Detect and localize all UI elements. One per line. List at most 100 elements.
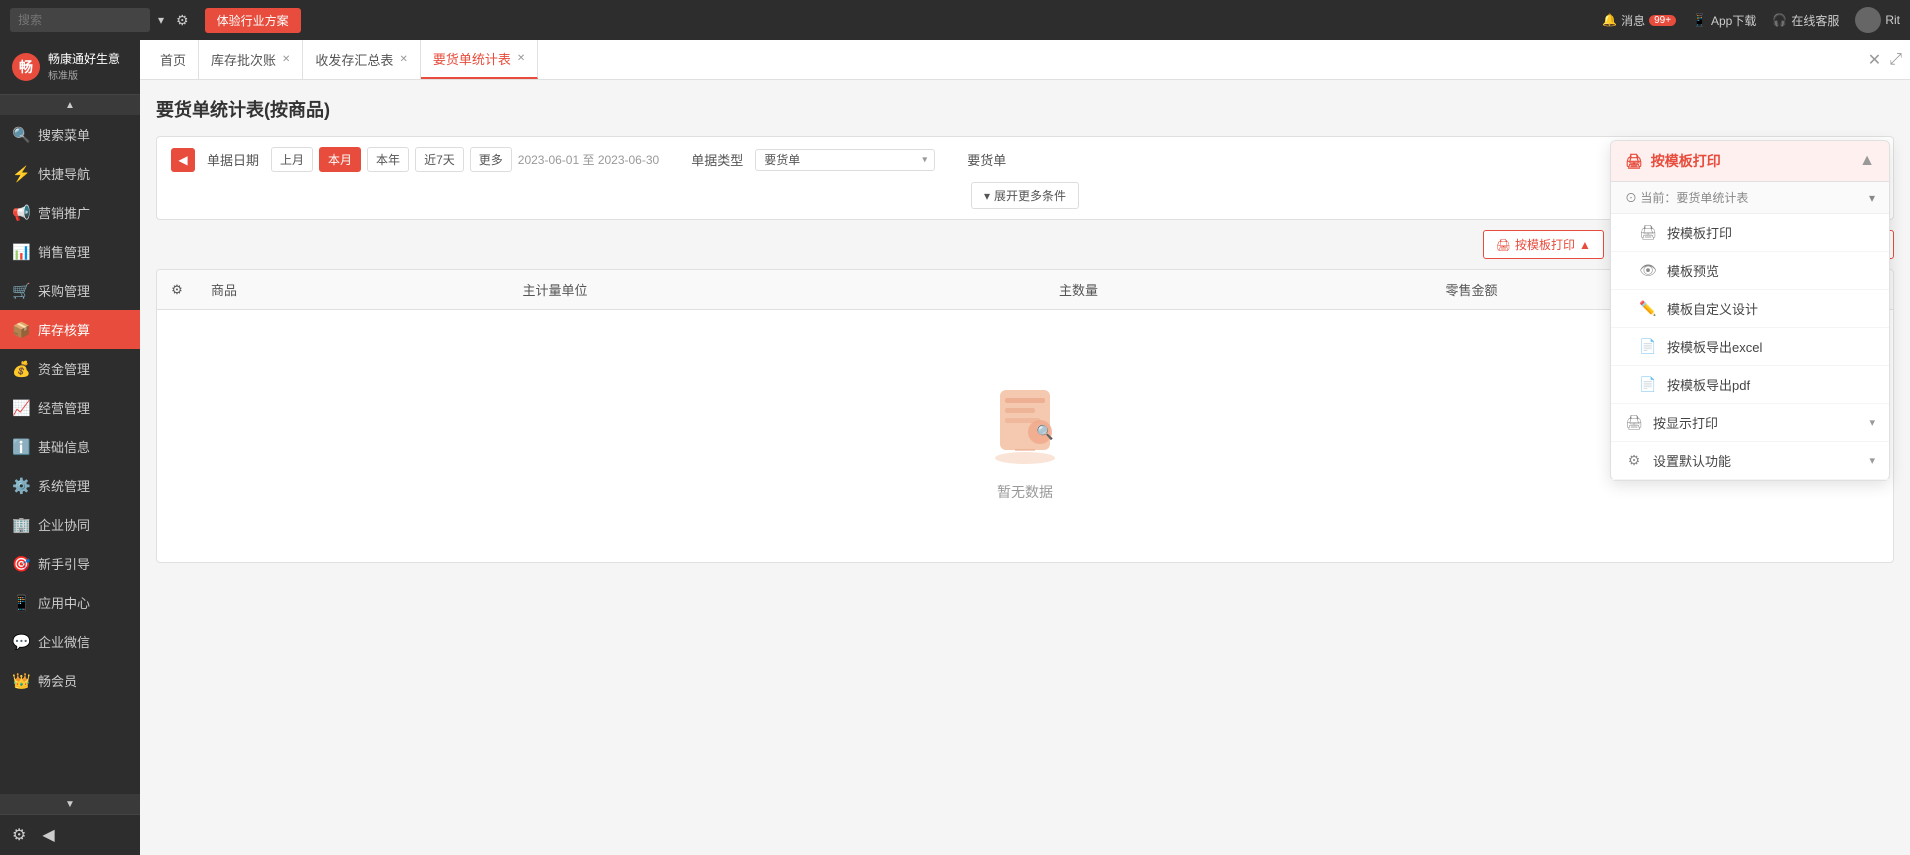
notifications-item[interactable]: 🔔 消息 99+ bbox=[1602, 12, 1676, 29]
template-custom-icon: ✏️ bbox=[1639, 300, 1657, 317]
marketing-icon: 📢 bbox=[12, 204, 30, 222]
tab-collection-summary-label: 收发存汇总表 bbox=[315, 50, 393, 69]
sidebar-item-inventory[interactable]: 📦 库存核算 bbox=[0, 310, 140, 349]
online-service-label: 在线客服 bbox=[1791, 12, 1839, 29]
date-filter-label: 单据日期 bbox=[207, 150, 259, 169]
purchase-icon: 🛒 bbox=[12, 282, 30, 300]
template-preview-icon: 👁 bbox=[1639, 262, 1657, 279]
date-btn-this-year[interactable]: 本年 bbox=[367, 147, 409, 172]
template-custom-label: 模板自定义设计 bbox=[1667, 299, 1758, 318]
date-filter-group: 上月 本月 本年 近7天 更多 2023-06-01 至 2023-06-30 bbox=[271, 147, 659, 172]
sidebar-item-wechat[interactable]: 💬 企业微信 bbox=[0, 622, 140, 661]
template-print-label: 按模板打印 bbox=[1667, 223, 1732, 242]
sidebar-item-label: 企业协同 bbox=[38, 515, 90, 534]
template-preview-label: 模板预览 bbox=[1667, 261, 1719, 280]
topbar: ▾ ⚙ 体验行业方案 🔔 消息 99+ 📱 App下载 🎧 在线客服 Rit bbox=[0, 0, 1910, 40]
dropdown-header-left: 🖨 按模板打印 bbox=[1625, 151, 1721, 171]
svg-text:🔍: 🔍 bbox=[1036, 423, 1053, 441]
sidebar-item-search-menu[interactable]: 🔍 搜索菜单 bbox=[0, 115, 140, 154]
sidebar-item-finance[interactable]: 💰 资金管理 bbox=[0, 349, 140, 388]
member-icon: 👑 bbox=[12, 672, 30, 690]
sidebar-collapse-icon[interactable]: ◀ bbox=[42, 825, 54, 845]
current-icon: ⊙ bbox=[1625, 191, 1637, 205]
tab-home-label: 首页 bbox=[160, 50, 186, 69]
sidebar-item-operations[interactable]: 📈 经营管理 bbox=[0, 388, 140, 427]
sidebar-item-marketing[interactable]: 📢 营销推广 bbox=[0, 193, 140, 232]
dropdown-sub-set-default[interactable]: ⚙ 设置默认功能 ▾ bbox=[1611, 442, 1889, 480]
table-col-settings[interactable]: ⚙ bbox=[157, 270, 197, 310]
tab-batch-account[interactable]: 库存批次账 ✕ bbox=[199, 40, 303, 79]
experience-btn[interactable]: 体验行业方案 bbox=[205, 8, 301, 33]
tab-home[interactable]: 首页 bbox=[148, 40, 199, 79]
dropdown-item-template-preview[interactable]: 👁 模板预览 bbox=[1611, 252, 1889, 290]
date-btn-last-month[interactable]: 上月 bbox=[271, 147, 313, 172]
sidebar-scroll-down[interactable]: ▼ bbox=[0, 794, 140, 814]
sidebar-scroll: 🔍 搜索菜单 ⚡ 快捷导航 📢 营销推广 📊 销售管理 🛒 采购管理 📦 bbox=[0, 115, 140, 794]
sidebar-item-label: 库存核算 bbox=[38, 320, 90, 339]
type-select[interactable]: 要货单 bbox=[755, 149, 935, 171]
dropdown-item-export-excel[interactable]: 📄 按模板导出excel bbox=[1611, 328, 1889, 366]
sidebar-scroll-up[interactable]: ▲ bbox=[0, 95, 140, 115]
date-range-text: 2023-06-01 至 2023-06-30 bbox=[518, 151, 659, 168]
app-download-item[interactable]: 📱 App下载 bbox=[1692, 12, 1756, 29]
sidebar-item-label: 快捷导航 bbox=[38, 164, 90, 183]
tabs-bar: 首页 库存批次账 ✕ 收发存汇总表 ✕ 要货单统计表 ✕ ✕ ⤢ bbox=[140, 40, 1910, 80]
sidebar-item-label: 系统管理 bbox=[38, 476, 90, 495]
online-service-item[interactable]: 🎧 在线客服 bbox=[1772, 12, 1839, 29]
sidebar-item-quick-nav[interactable]: ⚡ 快捷导航 bbox=[0, 154, 140, 193]
tab-batch-account-label: 库存批次账 bbox=[211, 50, 276, 69]
headset-icon: 🎧 bbox=[1772, 13, 1787, 27]
expand-more-btn[interactable]: ▾ 展开更多条件 bbox=[971, 182, 1079, 209]
date-btn-7days[interactable]: 近7天 bbox=[415, 147, 464, 172]
topbar-gear-icon[interactable]: ⚙ bbox=[176, 12, 189, 29]
tab-close-all-btn[interactable]: ✕ bbox=[1868, 50, 1881, 70]
sidebar-item-label: 经营管理 bbox=[38, 398, 90, 417]
topbar-search-input[interactable] bbox=[10, 8, 150, 32]
tab-expand-btn[interactable]: ⤢ bbox=[1889, 51, 1902, 69]
app-center-icon: 📱 bbox=[12, 594, 30, 612]
sidebar-item-app-center[interactable]: 📱 应用中心 bbox=[0, 583, 140, 622]
date-btn-more[interactable]: 更多 bbox=[470, 147, 512, 172]
sidebar-item-enterprise[interactable]: 🏢 企业协同 bbox=[0, 505, 140, 544]
logo-sub: 标准版 bbox=[48, 67, 120, 82]
print-template-btn[interactable]: 🖨 按模板打印 ▲ bbox=[1483, 230, 1604, 259]
dropdown-item-template-custom[interactable]: ✏️ 模板自定义设计 bbox=[1611, 290, 1889, 328]
filter-collapse-btn[interactable]: ◀ bbox=[171, 148, 195, 172]
sidebar-item-label: 采购管理 bbox=[38, 281, 90, 300]
tab-batch-account-close[interactable]: ✕ bbox=[282, 54, 290, 65]
sidebar-item-member[interactable]: 👑 畅会员 bbox=[0, 661, 140, 700]
topbar-left: ▾ ⚙ 体验行业方案 bbox=[10, 8, 1602, 33]
user-item[interactable]: Rit bbox=[1855, 7, 1900, 33]
sidebar-item-label: 基础信息 bbox=[38, 437, 90, 456]
sidebar-item-sales[interactable]: 📊 销售管理 bbox=[0, 232, 140, 271]
set-default-icon: ⚙ bbox=[1625, 452, 1643, 469]
tab-order-stats-close[interactable]: ✕ bbox=[517, 53, 525, 64]
page-title: 要货单统计表(按商品) bbox=[156, 96, 1894, 122]
sidebar-item-purchase[interactable]: 🛒 采购管理 bbox=[0, 271, 140, 310]
tab-order-stats[interactable]: 要货单统计表 ✕ bbox=[421, 40, 538, 79]
tabs-right: ✕ ⤢ bbox=[1868, 50, 1902, 70]
dropdown-close-btn[interactable]: ▲ bbox=[1859, 152, 1875, 170]
operations-icon: 📈 bbox=[12, 399, 30, 417]
dropdown-item-template-print[interactable]: 🖨 按模板打印 bbox=[1611, 214, 1889, 252]
template-print-icon: 🖨 bbox=[1639, 224, 1657, 241]
export-excel-icon: 📄 bbox=[1639, 338, 1657, 355]
dropdown-item-export-pdf[interactable]: 📄 按模板导出pdf bbox=[1611, 366, 1889, 404]
sidebar-settings-icon[interactable]: ⚙ bbox=[12, 825, 26, 845]
current-text: 当前：要货单统计表 bbox=[1640, 191, 1748, 205]
sidebar-item-label: 销售管理 bbox=[38, 242, 90, 261]
enterprise-icon: 🏢 bbox=[12, 516, 30, 534]
tab-collection-summary[interactable]: 收发存汇总表 ✕ bbox=[303, 40, 420, 79]
table-col-unit: 主计量单位 bbox=[509, 270, 1045, 310]
sidebar-item-basic-info[interactable]: ℹ️ 基础信息 bbox=[0, 427, 140, 466]
tab-collection-summary-close[interactable]: ✕ bbox=[399, 54, 407, 65]
sidebar-item-guide[interactable]: 🎯 新手引导 bbox=[0, 544, 140, 583]
date-btn-this-month[interactable]: 本月 bbox=[319, 147, 361, 172]
quick-nav-icon: ⚡ bbox=[12, 165, 30, 183]
export-pdf-label: 按模板导出pdf bbox=[1667, 375, 1750, 394]
dropdown-sub-display-print[interactable]: 🖨 按显示打印 ▾ bbox=[1611, 404, 1889, 442]
sidebar-item-system[interactable]: ⚙️ 系统管理 bbox=[0, 466, 140, 505]
topbar-dropdown-arrow[interactable]: ▾ bbox=[158, 13, 164, 27]
search-menu-icon: 🔍 bbox=[12, 126, 30, 144]
dropdown-header: 🖨 按模板打印 ▲ bbox=[1611, 141, 1889, 182]
